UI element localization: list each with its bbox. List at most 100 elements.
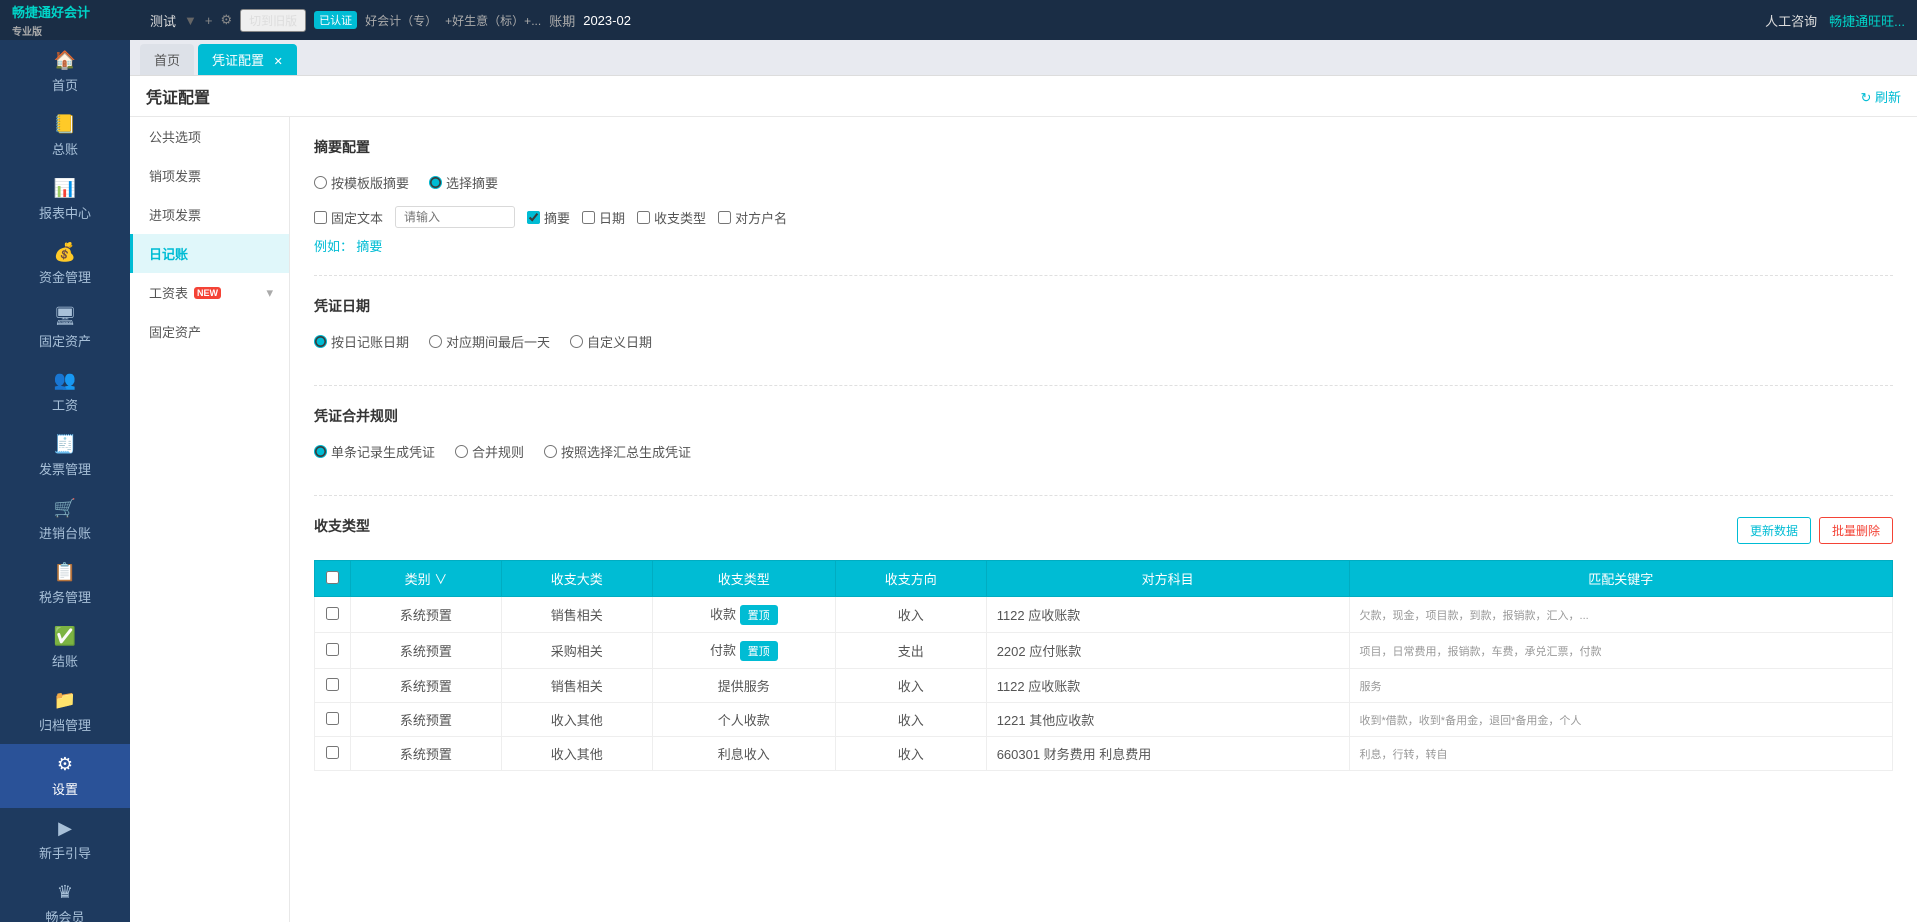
cell-checkbox[interactable] [315,669,351,703]
sidebar-item-salary[interactable]: 👥 工资 [0,360,130,424]
sidebar-item-invoice-mgmt[interactable]: 🧾 发票管理 [0,424,130,488]
home-icon: 🏠 [54,50,76,71]
table-row: 系统预置 采购相关 付款 置顶 支出 2202 应付账款 项目，日常费用，报销款… [315,633,1893,669]
sidebar-item-fund[interactable]: 💰 资金管理 [0,232,130,296]
nav-item-public[interactable]: 公共选项 [130,117,289,156]
good-acct-tag: 好会计（专） [365,12,437,29]
guide-icon: ▶ [58,818,72,839]
sidebar-item-member[interactable]: ♛ 畅会员 [0,872,130,922]
sidebar-item-assets[interactable]: 🖥 固定资产 [0,296,130,360]
table-row: 系统预置 收入其他 利息收入 收入 660301 财务费用 利息费用 利息，行转… [315,737,1893,771]
radio-template-summary[interactable]: 按模板版摘要 [314,173,409,192]
tab-close-icon[interactable]: ✕ [274,56,283,68]
new-badge: NEW [194,287,221,299]
summary-checkbox-row: 固定文本 摘要 日期 收支类型 [314,206,1893,228]
cell-match-keyword: 服务 [1349,669,1892,703]
sidebar-label-member: 畅会员 [45,907,84,922]
sidebar-item-purchase[interactable]: 🛒 进销台账 [0,488,130,552]
nav-item-purchase-invoice[interactable]: 进项发票 [130,195,289,234]
sidebar-label-guide: 新手引导 [39,843,91,862]
cell-sub-type: 提供服务 [652,669,835,703]
sidebar-label-settings: 设置 [52,779,78,798]
sidebar-label-archive: 归档管理 [39,715,91,734]
merge-rules-title: 凭证合并规则 [314,406,1893,426]
checkbox-counter-party[interactable]: 对方户名 [718,208,787,227]
sidebar-item-archive[interactable]: 📁 归档管理 [0,680,130,744]
checkbox-fixed-text[interactable]: 固定文本 [314,208,383,227]
sidebar-label-close: 结账 [52,651,78,670]
sidebar-item-settings[interactable]: ⚙ 设置 [0,744,130,808]
cell-counter-subject: 1122 应收账款 [986,597,1349,633]
service-button[interactable]: 人工咨询 [1765,11,1817,30]
sidebar-item-tax[interactable]: 📋 税务管理 [0,552,130,616]
update-data-button[interactable]: 更新数据 [1737,517,1811,544]
cell-sub-type: 利息收入 [652,737,835,771]
cell-checkbox[interactable] [315,597,351,633]
sidebar-item-close[interactable]: ✅ 结账 [0,616,130,680]
two-panel: 公共选项 销项发票 进项发票 日记账 工资表 NEW ▾ 固定资产 [130,117,1917,922]
sidebar-item-guide[interactable]: ▶ 新手引导 [0,808,130,872]
invoice-mgmt-icon: 🧾 [54,434,76,455]
example-text: 例如： 摘要 [314,236,1893,255]
cell-category: 系统预置 [351,737,502,771]
sidebar-item-home[interactable]: 🏠 首页 [0,40,130,104]
radio-single-record[interactable]: 单条记录生成凭证 [314,442,435,461]
batch-delete-button[interactable]: 批量删除 [1819,517,1893,544]
th-checkbox [315,561,351,597]
cell-checkbox[interactable] [315,703,351,737]
cell-match-keyword: 收到*借款，收到*备用金，退回*备用金，个人 [1349,703,1892,737]
nav-item-sales-invoice[interactable]: 销项发票 [130,156,289,195]
cell-direction: 收入 [835,669,986,703]
cell-checkbox[interactable] [315,633,351,669]
cell-checkbox[interactable] [315,737,351,771]
cell-match-keyword: 项目，日常费用，报销款，车费，承兑汇票，付款 [1349,633,1892,669]
top-tag-button[interactable]: 置顶 [740,605,778,625]
tax-icon: 📋 [54,562,76,583]
settings-icon: ⚙ [57,754,73,775]
radio-select-summary[interactable]: 选择摘要 [429,173,498,192]
old-version-button[interactable]: 切到旧版 [240,9,306,32]
cell-direction: 收入 [835,737,986,771]
radio-merge-rules[interactable]: 合并规则 [455,442,524,461]
cell-counter-subject: 660301 财务费用 利息费用 [986,737,1349,771]
radio-period-last-day[interactable]: 对应期间最后一天 [429,332,550,351]
sidebar-label-fund: 资金管理 [39,267,91,286]
checkbox-date[interactable]: 日期 [582,208,625,227]
fund-icon: 💰 [54,242,76,263]
checkbox-summary[interactable]: 摘要 [527,208,570,227]
th-match-keyword: 匹配关键字 [1349,561,1892,597]
nav-item-fixed-assets[interactable]: 固定资产 [130,312,289,351]
test-label: 测试 [150,11,176,30]
cell-main-type: 收入其他 [501,703,652,737]
nav-item-journal[interactable]: 日记账 [130,234,289,273]
fixed-text-input[interactable] [395,206,515,228]
topbar: 畅捷通好会计 专业版 测试 ▼ + ⚙ 切到旧版 已认证 好会计（专） +好生意… [0,0,1917,40]
cell-direction: 支出 [835,633,986,669]
checkbox-income-type[interactable]: 收支类型 [637,208,706,227]
cell-counter-subject: 2202 应付账款 [986,633,1349,669]
table-row: 系统预置 销售相关 提供服务 收入 1122 应收账款 服务 [315,669,1893,703]
table-row: 系统预置 收入其他 个人收款 收入 1221 其他应收款 收到*借款，收到*备用… [315,703,1893,737]
radio-select-summary-generate[interactable]: 按照选择汇总生成凭证 [544,442,691,461]
th-direction: 收支方向 [835,561,986,597]
refresh-button[interactable]: ↻ 刷新 [1860,87,1901,106]
top-tag-button[interactable]: 置顶 [740,641,778,661]
good-biz-tag: +好生意（标）+... [445,12,541,29]
tab-home[interactable]: 首页 [140,44,194,75]
income-type-title: 收支类型 [314,516,370,536]
voucher-date-title: 凭证日期 [314,296,1893,316]
archive-icon: 📁 [54,690,76,711]
sidebar-item-ledger[interactable]: 📒 总账 [0,104,130,168]
sidebar-item-report[interactable]: 📊 报表中心 [0,168,130,232]
cell-main-type: 采购相关 [501,633,652,669]
content-area: 首页 凭证配置 ✕ 凭证配置 ↻ 刷新 公共选项 销项发票 [130,40,1917,922]
nav-item-payroll[interactable]: 工资表 NEW ▾ [130,273,289,312]
tab-voucher-config[interactable]: 凭证配置 ✕ [198,44,297,75]
cell-sub-type: 个人收款 [652,703,835,737]
sidebar: 🏠 首页 📒 总账 📊 报表中心 💰 资金管理 🖥 固定资产 👥 工资 🧾 发票… [0,40,130,922]
select-all-checkbox[interactable] [326,571,339,584]
radio-custom-date[interactable]: 自定义日期 [570,332,652,351]
cell-main-type: 收入其他 [501,737,652,771]
radio-journal-date[interactable]: 按日记账日期 [314,332,409,351]
app-name: 畅捷通好会计 [12,2,90,21]
